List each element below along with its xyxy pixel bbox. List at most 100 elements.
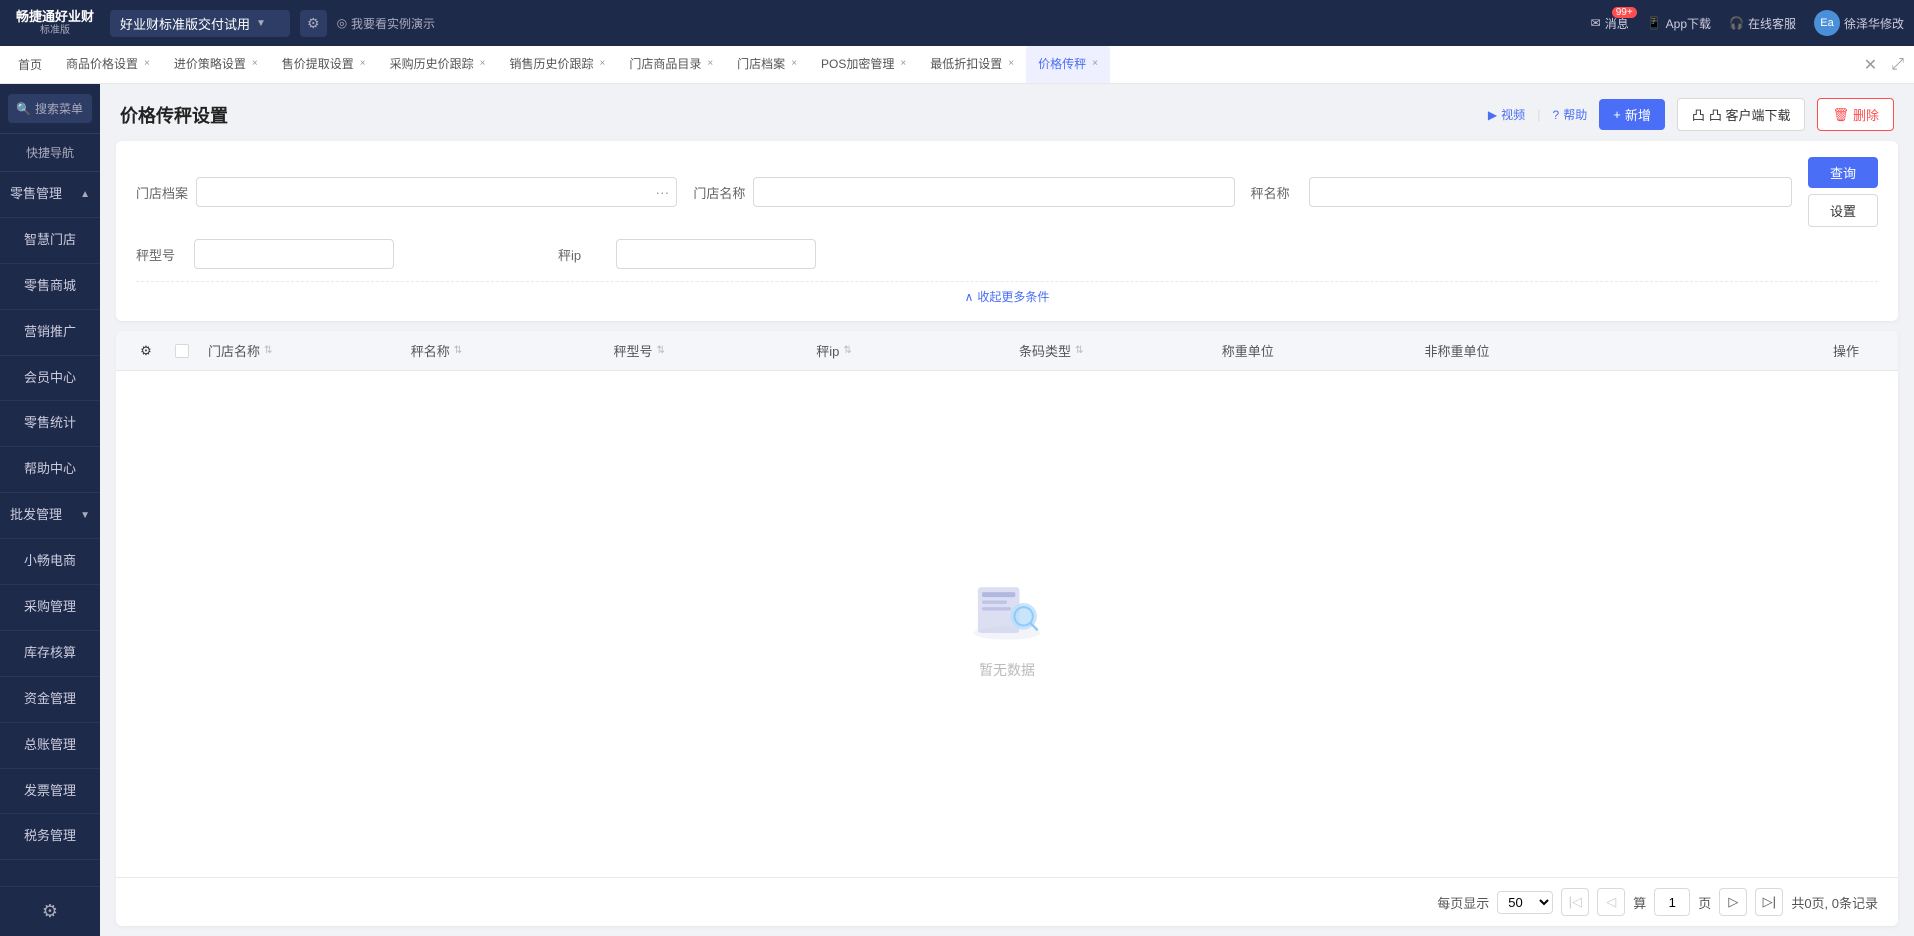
tab-home[interactable]: 首页 <box>6 56 54 73</box>
th-store-name-label: 门店名称 <box>208 341 260 360</box>
smart-store-label: 智慧门店 <box>24 232 76 249</box>
sidebar-item-ledger[interactable]: 总账管理 <box>0 723 100 769</box>
table-body: 暂无数据 <box>116 371 1898 877</box>
close-icon[interactable]: × <box>1008 59 1014 69</box>
tab-pos-encrypt[interactable]: POS加密管理 × <box>809 46 918 84</box>
version-selector[interactable]: 好业财标准版交付试用 ▼ <box>110 10 290 37</box>
tab-bar-actions: ✕ ⤢ <box>1860 53 1908 77</box>
close-icon[interactable]: × <box>144 59 150 69</box>
th-non-weight-unit-label: 非称重单位 <box>1425 341 1490 360</box>
tab-price-scale[interactable]: 价格传秤 × <box>1026 46 1110 84</box>
sidebar-item-member[interactable]: 会员中心 <box>0 356 100 402</box>
close-icon[interactable]: × <box>791 59 797 69</box>
video-link[interactable]: ▶ 视频 <box>1488 106 1525 123</box>
app-download-button[interactable]: 📱 App下载 <box>1647 15 1711 32</box>
tab-store-catalog[interactable]: 门店商品目录 × <box>617 46 725 84</box>
settings-icon[interactable]: ⚙ <box>300 10 327 37</box>
store-file-input[interactable] <box>196 177 677 207</box>
tab-product-price[interactable]: 商品价格设置 × <box>54 46 162 84</box>
th-settings[interactable]: ⚙ <box>128 343 164 359</box>
messages-button[interactable]: ✉ 消息 99+ <box>1591 15 1629 32</box>
demo-link[interactable]: ◎ 我要看实例演示 <box>337 15 436 32</box>
filter-row-2: 秤型号 秤ip <box>136 239 1878 269</box>
search-icon: 🔍 <box>16 102 31 116</box>
tab-sales-history[interactable]: 销售历史价跟踪 × <box>497 46 617 84</box>
close-icon[interactable]: × <box>707 59 713 69</box>
th-weight-unit-label: 称重单位 <box>1222 341 1274 360</box>
close-icon[interactable]: × <box>480 59 486 69</box>
sidebar-quick-nav[interactable]: 快捷导航 <box>0 134 100 172</box>
select-all-checkbox[interactable] <box>175 344 189 358</box>
tab-min-discount[interactable]: 最低折扣设置 × <box>918 46 1026 84</box>
last-page-button[interactable]: ▷| <box>1755 888 1783 916</box>
sidebar-item-wholesale-mgmt[interactable]: 批发管理 ▼ <box>0 493 100 539</box>
empty-text: 暂无数据 <box>979 660 1035 680</box>
sidebar-item-smart-store[interactable]: 智慧门店 <box>0 218 100 264</box>
scale-ip-input[interactable] <box>616 239 816 269</box>
marketing-label: 营销推广 <box>24 324 76 341</box>
page-number-input[interactable] <box>1654 888 1690 916</box>
close-icon[interactable]: × <box>360 59 366 69</box>
download-button[interactable]: 凸 凸 客户端下载 <box>1677 98 1806 131</box>
download-label: 凸 客户端下载 <box>1709 105 1791 124</box>
table-container: ⚙ 门店名称 ⇅ 秤名称 ⇅ 秤型号 ⇅ 秤ip <box>116 331 1898 926</box>
close-icon[interactable]: × <box>252 59 258 69</box>
sidebar-item-marketing[interactable]: 营销推广 <box>0 310 100 356</box>
close-icon[interactable]: × <box>900 59 906 69</box>
sidebar-item-purchase-mgmt[interactable]: 采购管理 <box>0 585 100 631</box>
query-label: 查询 <box>1830 163 1856 182</box>
page-title: 价格传秤设置 <box>120 102 228 128</box>
sort-icon: ⇅ <box>1075 345 1083 356</box>
store-name-input[interactable] <box>753 177 1234 207</box>
avatar: Ea <box>1814 10 1840 36</box>
sidebar-item-retail-mgmt[interactable]: 零售管理 ▲ <box>0 172 100 218</box>
dots-icon[interactable]: ··· <box>655 184 669 200</box>
scale-model-input[interactable] <box>194 239 394 269</box>
tab-sale-extract[interactable]: 售价提取设置 × <box>270 46 378 84</box>
logo-sub-text: 标准版 <box>40 25 70 37</box>
scale-model-label: 秤型号 <box>136 245 186 264</box>
query-button[interactable]: 查询 <box>1808 157 1878 188</box>
close-icon[interactable]: × <box>1092 59 1098 69</box>
next-page-button[interactable]: ▷ <box>1719 888 1747 916</box>
close-icon[interactable]: × <box>599 59 605 69</box>
online-service-button[interactable]: 🎧 在线客服 <box>1729 15 1796 32</box>
sidebar-item-retail-stats[interactable]: 零售统计 <box>0 401 100 447</box>
user-menu[interactable]: Ea 徐泽华修改 <box>1814 10 1904 36</box>
online-service-label: 在线客服 <box>1748 15 1796 32</box>
sidebar-item-invoice[interactable]: 发票管理 <box>0 769 100 815</box>
th-checkbox[interactable] <box>164 344 200 358</box>
messages-badge: 99+ <box>1612 7 1637 18</box>
sidebar-item-inventory[interactable]: 库存核算 <box>0 631 100 677</box>
filter-store-file: 门店档案 ··· <box>136 177 677 207</box>
chevron-down-icon: ▼ <box>256 18 266 29</box>
add-button[interactable]: + 新增 <box>1599 99 1665 130</box>
settings-icon: ⚙ <box>140 343 152 359</box>
delete-button[interactable]: 🗑 删除 <box>1817 98 1894 131</box>
filter-scale-name: 秤名称 <box>1251 177 1792 207</box>
maximize-icon[interactable]: ⤢ <box>1887 54 1908 76</box>
first-page-button[interactable]: |◁ <box>1561 888 1589 916</box>
tab-purchase-strategy[interactable]: 进价策略设置 × <box>162 46 270 84</box>
th-scale-model-label: 秤型号 <box>614 341 653 360</box>
close-tab-icon[interactable]: ✕ <box>1860 53 1881 77</box>
page-size-select[interactable]: 50 10 20 100 <box>1497 891 1553 914</box>
inventory-label: 库存核算 <box>24 645 76 662</box>
sidebar-settings-button[interactable]: ⚙ <box>0 886 100 936</box>
help-link[interactable]: ? 帮助 <box>1553 106 1588 123</box>
tab-store-file[interactable]: 门店档案 × <box>725 46 809 84</box>
version-label: 好业财标准版交付试用 <box>120 14 250 33</box>
sidebar-item-tax[interactable]: 税务管理 <box>0 814 100 860</box>
collapse-button[interactable]: ∧ 收起更多条件 <box>965 288 1050 305</box>
sidebar-item-help[interactable]: 帮助中心 <box>0 447 100 493</box>
sidebar-item-ecommerce[interactable]: 小畅电商 <box>0 539 100 585</box>
main-layout: 🔍 搜索菜单 快捷导航 零售管理 ▲ 智慧门店 零售商城 营销推广 会员中心 零… <box>0 84 1914 936</box>
sidebar-item-finance[interactable]: 资金管理 <box>0 677 100 723</box>
trash-icon: 🗑 <box>1832 107 1849 123</box>
search-menu-button[interactable]: 🔍 搜索菜单 <box>8 94 92 123</box>
prev-page-button[interactable]: ◁ <box>1597 888 1625 916</box>
tab-purchase-history[interactable]: 采购历史价跟踪 × <box>378 46 498 84</box>
settings-query-button[interactable]: 设置 <box>1808 194 1878 227</box>
sidebar-item-retail-mall[interactable]: 零售商城 <box>0 264 100 310</box>
scale-name-input[interactable] <box>1309 177 1792 207</box>
